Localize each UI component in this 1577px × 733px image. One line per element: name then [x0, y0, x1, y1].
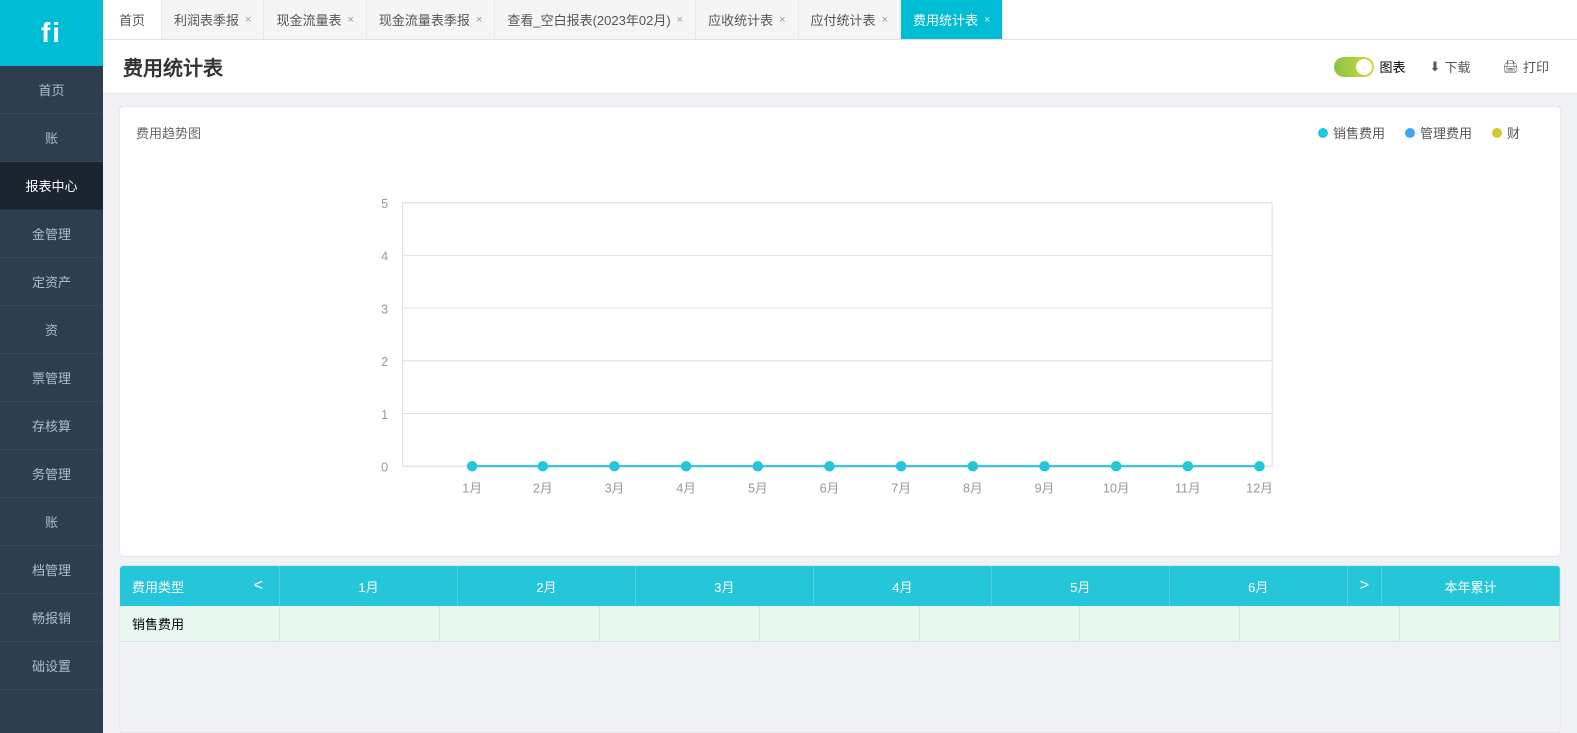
td-val-5 — [920, 606, 1080, 641]
sidebar-item-business-management[interactable]: 务管理 — [0, 450, 103, 498]
td-val-3 — [600, 606, 760, 641]
tab-profit-quarterly[interactable]: 利润表季报 × — [162, 0, 264, 39]
legend-label-sales: 销售费用 — [1333, 123, 1385, 142]
th-month-3: 3月 — [636, 566, 814, 606]
header-actions: 图表 ⬇ 下载 🖨 打印 — [1334, 53, 1557, 80]
svg-text:12月: 12月 — [1246, 482, 1273, 496]
page-header: 费用统计表 图表 ⬇ 下载 🖨 打印 — [103, 40, 1577, 94]
sidebar-item-fixed-assets[interactable]: 定资产 — [0, 258, 103, 306]
page-title: 费用统计表 — [123, 52, 223, 81]
sidebar-logo: fi — [0, 0, 103, 66]
legend-label-finance: 财 — [1507, 123, 1520, 142]
td-type: 销售费用 — [120, 606, 280, 641]
td-cumulative — [1400, 606, 1560, 641]
svg-text:0: 0 — [381, 460, 388, 474]
sidebar: fi 首页 账 报表中心 金管理 定资产 资 票管理 存核算 务管理 账 档管理… — [0, 0, 103, 733]
td-val-6 — [1080, 606, 1240, 641]
print-button[interactable]: 🖨 打印 — [1494, 53, 1557, 80]
svg-text:3月: 3月 — [605, 482, 625, 496]
content-area: 费用统计表 图表 ⬇ 下载 🖨 打印 费用趋势图 — [103, 40, 1577, 733]
legend-dot-finance — [1492, 128, 1502, 138]
chart-container: 0 1 2 3 4 5 1月 2月 — [136, 150, 1544, 540]
sidebar-item-home[interactable]: 首页 — [0, 66, 103, 114]
tab-cashflow[interactable]: 现金流量表 × — [264, 0, 366, 39]
close-tab-profit-quarterly[interactable]: × — [245, 14, 251, 26]
svg-text:3: 3 — [381, 302, 388, 316]
legend-dot-management — [1405, 128, 1415, 138]
th-month-1: 1月 — [280, 566, 458, 606]
svg-text:5: 5 — [381, 197, 388, 211]
svg-text:2: 2 — [381, 355, 388, 369]
th-month-4: 4月 — [814, 566, 992, 606]
tab-expense[interactable]: 费用统计表 × — [901, 0, 1003, 39]
close-tab-cashflow[interactable]: × — [347, 14, 353, 26]
th-type-label: 费用类型 — [132, 577, 184, 596]
svg-text:1: 1 — [381, 408, 388, 422]
td-val-2 — [440, 606, 600, 641]
th-nav-next: > — [1348, 566, 1382, 606]
sidebar-item-base-settings[interactable]: 础设置 — [0, 642, 103, 690]
print-icon: 🖨 — [1502, 59, 1519, 75]
sidebar-item-reimbursement[interactable]: 畅报销 — [0, 594, 103, 642]
svg-text:6月: 6月 — [820, 482, 840, 496]
td-val-1 — [280, 606, 440, 641]
th-month-2: 2月 — [458, 566, 636, 606]
svg-text:7月: 7月 — [891, 482, 911, 496]
sidebar-item-capital[interactable]: 资 — [0, 306, 103, 354]
chart-legend: 销售费用 管理费用 财 — [1318, 123, 1520, 142]
chart-toggle[interactable] — [1334, 57, 1374, 77]
td-nav-spacer — [1240, 606, 1400, 641]
chart-svg: 0 1 2 3 4 5 1月 2月 — [136, 150, 1544, 540]
th-month-5: 5月 — [992, 566, 1170, 606]
sidebar-item-ledger[interactable]: 账 — [0, 498, 103, 546]
sidebar-item-report-center[interactable]: 报表中心 — [0, 162, 103, 210]
sidebar-item-invoice-management[interactable]: 票管理 — [0, 354, 103, 402]
prev-month-button[interactable]: < — [250, 577, 267, 595]
svg-text:2月: 2月 — [533, 482, 553, 496]
close-tab-cashflow-quarterly[interactable]: × — [476, 14, 482, 26]
td-val-4 — [760, 606, 920, 641]
toggle-container: 图表 — [1334, 57, 1406, 77]
svg-text:10月: 10月 — [1103, 482, 1130, 496]
sidebar-item-inventory[interactable]: 存核算 — [0, 402, 103, 450]
table-section: 费用类型 < 1月 2月 3月 4月 5月 6月 > 本年累计 销售费用 — [119, 565, 1561, 733]
svg-text:5月: 5月 — [748, 482, 768, 496]
tabs-bar: 首页 利润表季报 × 现金流量表 × 现金流量表季报 × 查看_空白报表(202… — [103, 0, 1577, 40]
svg-text:1月: 1月 — [462, 482, 482, 496]
sidebar-item-fund-management[interactable]: 金管理 — [0, 210, 103, 258]
th-month-6: 6月 — [1170, 566, 1348, 606]
table-row: 销售费用 — [120, 606, 1560, 642]
tab-blank-report[interactable]: 查看_空白报表(2023年02月) × — [495, 0, 696, 39]
download-icon: ⬇ — [1430, 59, 1441, 75]
sidebar-item-account[interactable]: 账 — [0, 114, 103, 162]
svg-text:4: 4 — [381, 250, 388, 264]
svg-text:4月: 4月 — [676, 482, 696, 496]
th-type: 费用类型 < — [120, 566, 280, 606]
chart-area: 费用趋势图 销售费用 管理费用 财 — [119, 106, 1561, 557]
legend-label-management: 管理费用 — [1420, 123, 1472, 142]
th-cumulative: 本年累计 — [1382, 566, 1560, 606]
legend-sales: 销售费用 — [1318, 123, 1385, 142]
close-tab-blank-report[interactable]: × — [677, 14, 683, 26]
sidebar-item-archive-management[interactable]: 档管理 — [0, 546, 103, 594]
table-header: 费用类型 < 1月 2月 3月 4月 5月 6月 > 本年累计 — [120, 566, 1560, 606]
svg-text:8月: 8月 — [963, 482, 983, 496]
next-month-button[interactable]: > — [1356, 577, 1373, 595]
legend-finance: 财 — [1492, 123, 1520, 142]
toggle-label: 图表 — [1380, 57, 1406, 76]
tab-payable[interactable]: 应付统计表 × — [799, 0, 901, 39]
tab-home[interactable]: 首页 — [103, 0, 162, 39]
legend-dot-sales — [1318, 128, 1328, 138]
close-tab-receivable[interactable]: × — [779, 14, 785, 26]
download-button[interactable]: ⬇ 下载 — [1422, 53, 1479, 80]
svg-text:9月: 9月 — [1035, 482, 1055, 496]
close-tab-payable[interactable]: × — [882, 14, 888, 26]
legend-management: 管理费用 — [1405, 123, 1472, 142]
svg-text:11月: 11月 — [1175, 482, 1201, 496]
main-content: 首页 利润表季报 × 现金流量表 × 现金流量表季报 × 查看_空白报表(202… — [103, 0, 1577, 733]
tab-cashflow-quarterly[interactable]: 现金流量表季报 × — [367, 0, 495, 39]
close-tab-expense[interactable]: × — [984, 14, 990, 26]
tab-receivable[interactable]: 应收统计表 × — [696, 0, 798, 39]
